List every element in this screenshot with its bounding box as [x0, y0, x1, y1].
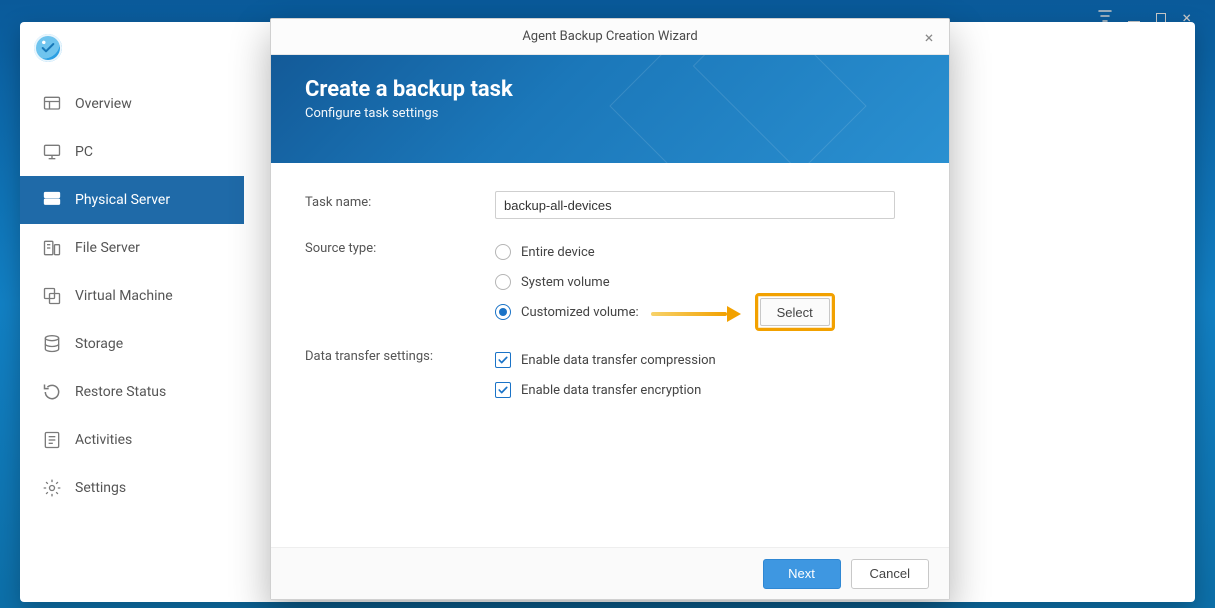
checkbox-encryption[interactable]: Enable data transfer encryption — [495, 375, 915, 405]
sidebar-item-label: Virtual Machine — [75, 288, 173, 304]
banner-subtitle: Configure task settings — [305, 106, 915, 121]
activities-icon — [41, 430, 63, 450]
sidebar: Overview PC Physical Server File Server … — [20, 74, 244, 602]
dialog-footer: Next Cancel — [271, 547, 949, 599]
sidebar-item-label: Physical Server — [75, 192, 170, 208]
sidebar-item-activities[interactable]: Activities — [20, 416, 244, 464]
backup-wizard-dialog: Agent Backup Creation Wizard × Create a … — [270, 18, 950, 600]
source-type-label: Source type: — [305, 237, 495, 256]
radio-icon — [495, 274, 511, 290]
close-icon[interactable]: × — [1182, 13, 1191, 23]
radio-entire-device[interactable]: Entire device — [495, 237, 915, 267]
task-name-label: Task name: — [305, 191, 495, 210]
sidebar-item-pc[interactable]: PC — [20, 128, 244, 176]
sidebar-item-storage[interactable]: Storage — [20, 320, 244, 368]
overview-icon — [41, 94, 63, 114]
sidebar-item-label: Restore Status — [75, 384, 166, 400]
sidebar-item-label: Settings — [75, 480, 126, 496]
sidebar-item-settings[interactable]: Settings — [20, 464, 244, 512]
sidebar-item-restore-status[interactable]: Restore Status — [20, 368, 244, 416]
storage-icon — [41, 334, 63, 354]
server-icon — [41, 190, 63, 210]
sidebar-item-label: Storage — [75, 336, 123, 352]
gear-icon — [41, 478, 63, 498]
vm-icon — [41, 286, 63, 306]
radio-customized-volume[interactable]: Customized volume: Select — [495, 297, 915, 327]
radio-label: Entire device — [521, 245, 595, 260]
close-icon[interactable]: × — [919, 27, 939, 47]
dialog-titlebar: Agent Backup Creation Wizard × — [271, 19, 949, 55]
checkbox-label: Enable data transfer encryption — [521, 383, 701, 398]
next-button[interactable]: Next — [763, 559, 841, 589]
radio-icon — [495, 304, 511, 320]
app-icon — [34, 34, 62, 62]
checkbox-icon — [495, 382, 511, 398]
radio-label: System volume — [521, 275, 610, 290]
radio-system-volume[interactable]: System volume — [495, 267, 915, 297]
maximize-icon[interactable] — [1156, 13, 1166, 23]
select-volume-button[interactable]: Select — [760, 298, 830, 326]
annotation-highlight: Select — [755, 293, 835, 331]
checkbox-compression[interactable]: Enable data transfer compression — [495, 345, 915, 375]
sidebar-item-physical-server[interactable]: Physical Server — [20, 176, 244, 224]
sidebar-item-label: Overview — [75, 96, 132, 112]
task-name-input[interactable] — [495, 191, 895, 219]
sidebar-item-label: PC — [75, 144, 93, 160]
dialog-banner: Create a backup task Configure task sett… — [271, 55, 949, 163]
sidebar-item-virtual-machine[interactable]: Virtual Machine — [20, 272, 244, 320]
radio-label: Customized volume: — [521, 305, 639, 320]
sidebar-item-file-server[interactable]: File Server — [20, 224, 244, 272]
sidebar-item-label: Activities — [75, 432, 132, 448]
checkbox-icon — [495, 352, 511, 368]
sidebar-item-label: File Server — [75, 240, 140, 256]
radio-icon — [495, 244, 511, 260]
cancel-button[interactable]: Cancel — [851, 559, 929, 589]
pc-icon — [41, 142, 63, 162]
data-transfer-label: Data transfer settings: — [305, 345, 495, 364]
sidebar-item-overview[interactable]: Overview — [20, 80, 244, 128]
banner-title: Create a backup task — [305, 77, 915, 102]
dialog-body: Task name: Source type: Entire device Sy… — [271, 163, 949, 547]
file-server-icon — [41, 238, 63, 258]
dialog-title: Agent Backup Creation Wizard — [522, 29, 697, 44]
checkbox-label: Enable data transfer compression — [521, 353, 716, 368]
annotation-arrow — [651, 309, 741, 319]
restore-icon — [41, 382, 63, 402]
